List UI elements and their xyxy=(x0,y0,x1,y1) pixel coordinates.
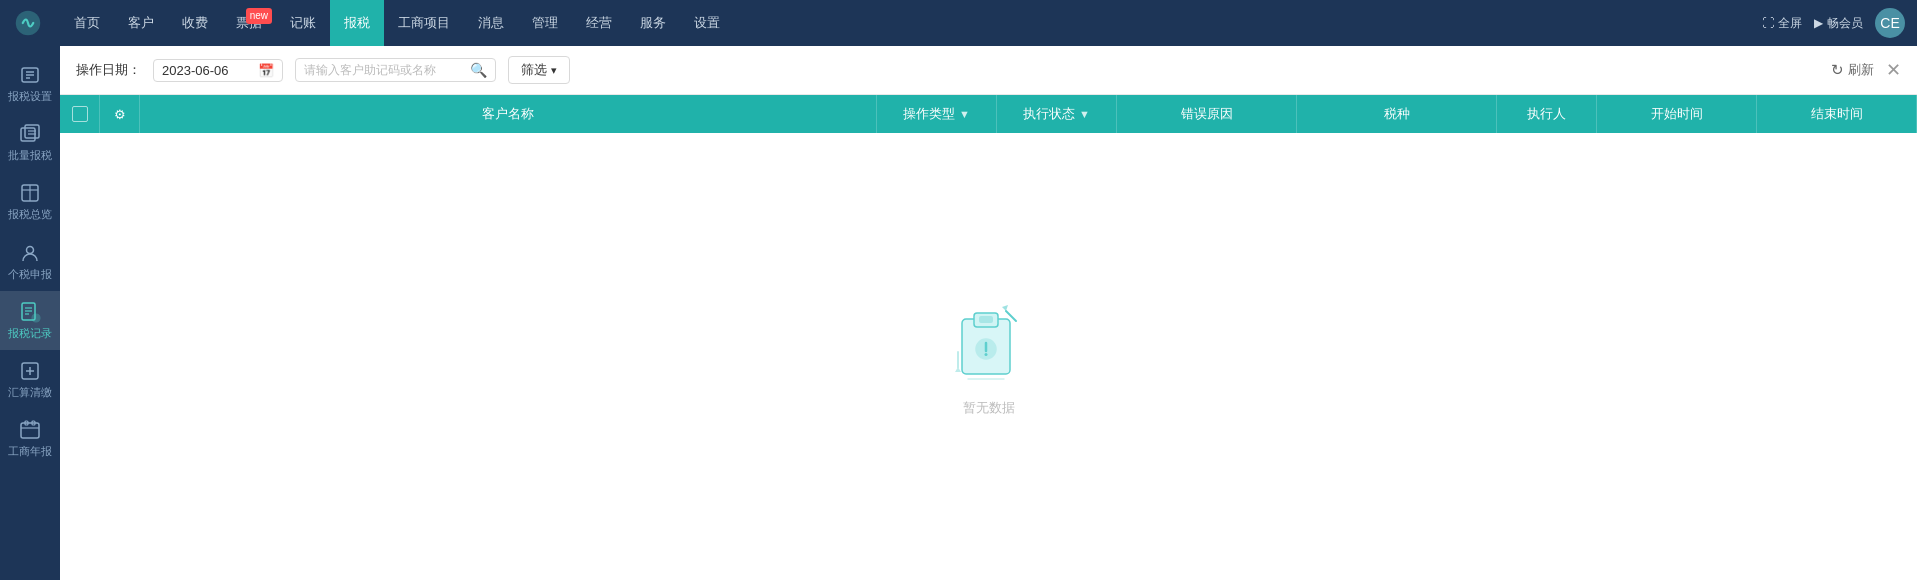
nav-business[interactable]: 经营 xyxy=(572,0,626,46)
refresh-icon: ↻ xyxy=(1831,61,1844,79)
sidebar-label-settlement: 汇算清缴 xyxy=(8,386,52,399)
sidebar-label-batch-tax: 批量报税 xyxy=(8,149,52,162)
fullscreen-icon: ⛶ xyxy=(1762,16,1774,30)
sort-operation-type-icon: ▼ xyxy=(959,108,970,120)
nav-manage[interactable]: 管理 xyxy=(518,0,572,46)
sidebar-label-personal-tax: 个税申报 xyxy=(8,268,52,281)
sidebar-label-annual-report: 工商年报 xyxy=(8,445,52,458)
sidebar-item-batch-tax[interactable]: 批量报税 xyxy=(0,113,60,172)
sidebar-item-settlement[interactable]: 汇算清缴 xyxy=(0,350,60,409)
th-tax-type: 税种 xyxy=(1297,95,1497,133)
sidebar-item-annual-report[interactable]: 工商年报 xyxy=(0,409,60,468)
table-wrap: ⚙ 客户名称 操作类型 ▼ 执行状态 ▼ 错误原因 税种 xyxy=(60,95,1917,580)
refresh-button[interactable]: ↻ 刷新 xyxy=(1831,61,1874,79)
sidebar-item-tax-settings[interactable]: 报税设置 xyxy=(0,54,60,113)
nav-service[interactable]: 服务 xyxy=(626,0,680,46)
new-badge: new xyxy=(246,8,272,24)
nav-message[interactable]: 消息 xyxy=(464,0,518,46)
th-checkbox[interactable] xyxy=(60,95,100,133)
settlement-icon xyxy=(19,360,41,382)
th-customer-name: 客户名称 xyxy=(140,95,877,133)
svg-marker-33 xyxy=(1002,305,1008,311)
th-exec-status[interactable]: 执行状态 ▼ xyxy=(997,95,1117,133)
content-area: 操作日期： 📅 🔍 筛选 ▾ ↻ 刷新 ✕ xyxy=(60,46,1917,580)
vip-btn[interactable]: ▶ 畅会员 xyxy=(1814,15,1863,32)
th-end-time: 结束时间 xyxy=(1757,95,1917,133)
svg-point-12 xyxy=(27,246,34,253)
empty-text: 暂无数据 xyxy=(963,399,1015,417)
top-nav: 首页 客户 收费 票据 new 记账 报税 工商项目 消息 管理 经营 服务 设… xyxy=(0,0,1917,46)
logo xyxy=(12,7,44,39)
sidebar-label-tax-overview: 报税总览 xyxy=(8,208,52,221)
sidebar-item-tax-records[interactable]: 报税记录 xyxy=(0,291,60,350)
svg-point-31 xyxy=(984,353,987,356)
empty-state: 暂无数据 xyxy=(944,297,1034,417)
search-wrap: 🔍 xyxy=(295,58,496,82)
main-layout: 报税设置 批量报税 报税总览 xyxy=(0,46,1917,580)
sidebar-label-tax-records: 报税记录 xyxy=(8,327,52,340)
nav-bookkeeping[interactable]: 记账 xyxy=(276,0,330,46)
svg-marker-36 xyxy=(955,367,961,372)
sidebar-item-tax-overview[interactable]: 报税总览 xyxy=(0,172,60,231)
search-icon[interactable]: 🔍 xyxy=(470,62,487,78)
sidebar-item-personal-tax[interactable]: 个税申报 xyxy=(0,232,60,291)
tax-records-icon xyxy=(19,301,41,323)
svg-point-17 xyxy=(32,314,40,322)
date-input[interactable] xyxy=(162,63,252,78)
nav-items: 首页 客户 收费 票据 new 记账 报税 工商项目 消息 管理 经营 服务 设… xyxy=(60,0,1762,46)
header-checkbox[interactable] xyxy=(72,106,88,122)
svg-rect-21 xyxy=(21,423,39,438)
nav-customer[interactable]: 客户 xyxy=(114,0,168,46)
fullscreen-btn[interactable]: ⛶ 全屏 xyxy=(1762,15,1802,32)
th-executor: 执行人 xyxy=(1497,95,1597,133)
personal-tax-icon xyxy=(19,242,41,264)
chevron-down-icon: ▾ xyxy=(551,64,557,77)
filter-label: 筛选 xyxy=(521,61,547,79)
tax-settings-icon xyxy=(19,64,41,86)
nav-invoice[interactable]: 票据 new xyxy=(222,0,276,46)
th-start-time: 开始时间 xyxy=(1597,95,1757,133)
filter-button[interactable]: 筛选 ▾ xyxy=(508,56,570,84)
date-picker[interactable]: 📅 xyxy=(153,59,283,82)
vip-icon: ▶ xyxy=(1814,16,1823,30)
table-header: ⚙ 客户名称 操作类型 ▼ 执行状态 ▼ 错误原因 税种 xyxy=(60,95,1917,133)
nav-right: ⛶ 全屏 ▶ 畅会员 CE xyxy=(1762,8,1905,38)
th-error-reason: 错误原因 xyxy=(1117,95,1297,133)
nav-home[interactable]: 首页 xyxy=(60,0,114,46)
sidebar-label-tax-settings: 报税设置 xyxy=(8,90,52,103)
calendar-icon: 📅 xyxy=(258,63,274,78)
toolbar: 操作日期： 📅 🔍 筛选 ▾ ↻ 刷新 ✕ xyxy=(60,46,1917,95)
annual-report-icon xyxy=(19,419,41,441)
empty-illustration xyxy=(944,297,1034,387)
tax-overview-icon xyxy=(19,182,41,204)
batch-tax-icon xyxy=(19,123,41,145)
nav-fee[interactable]: 收费 xyxy=(168,0,222,46)
nav-settings[interactable]: 设置 xyxy=(680,0,734,46)
sort-exec-status-icon: ▼ xyxy=(1079,108,1090,120)
search-input[interactable] xyxy=(304,63,464,77)
table-body: 暂无数据 xyxy=(60,133,1917,580)
svg-rect-28 xyxy=(979,316,993,323)
nav-tax[interactable]: 报税 xyxy=(330,0,384,46)
close-button[interactable]: ✕ xyxy=(1886,61,1901,79)
sidebar: 报税设置 批量报税 报税总览 xyxy=(0,46,60,580)
th-settings[interactable]: ⚙ xyxy=(100,95,140,133)
settings-icon: ⚙ xyxy=(114,107,126,122)
avatar[interactable]: CE xyxy=(1875,8,1905,38)
date-label: 操作日期： xyxy=(76,61,141,79)
nav-commerce[interactable]: 工商项目 xyxy=(384,0,464,46)
th-operation-type[interactable]: 操作类型 ▼ xyxy=(877,95,997,133)
